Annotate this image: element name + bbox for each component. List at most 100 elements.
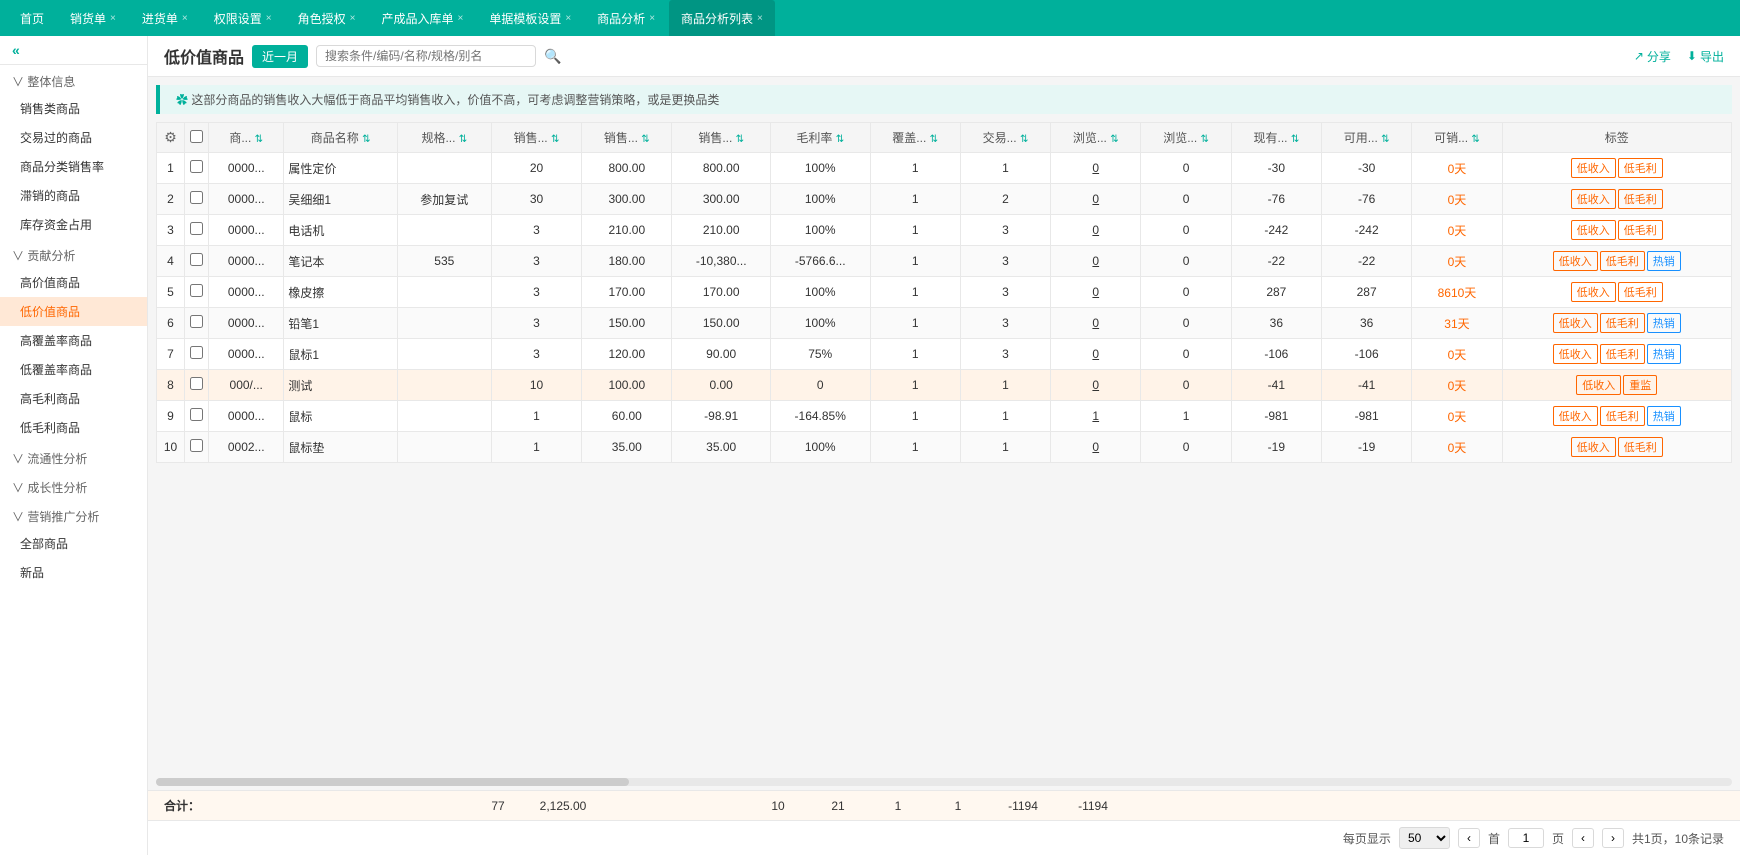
sidebar-item-slow-moving[interactable]: 滞销的商品 — [0, 181, 147, 210]
cell-browse1[interactable]: 0 — [1051, 215, 1141, 246]
nav-close-role[interactable]: × — [350, 13, 356, 24]
sort-code-icon[interactable]: ⇅ — [255, 134, 263, 145]
search-icon[interactable]: 🔍 — [544, 48, 561, 65]
sidebar-item-inventory-capital[interactable]: 库存资金占用 — [0, 210, 147, 239]
nav-close-template[interactable]: × — [565, 13, 571, 24]
nav-close-product[interactable]: × — [457, 13, 463, 24]
sidebar-item-high-margin[interactable]: 高毛利商品 — [0, 384, 147, 413]
sort-spec-icon[interactable]: ⇅ — [459, 134, 467, 145]
sort-name-icon[interactable]: ⇅ — [362, 134, 370, 145]
browse1-link[interactable]: 0 — [1092, 378, 1099, 392]
sidebar-item-new-products[interactable]: 新品 — [0, 558, 147, 587]
cell-checkbox[interactable] — [185, 184, 209, 215]
row-checkbox[interactable] — [190, 222, 203, 235]
scrollbar-thumb[interactable] — [156, 778, 629, 786]
sidebar-collapse-btn[interactable]: « — [8, 42, 24, 58]
browse1-link[interactable]: 1 — [1092, 409, 1099, 423]
page-number-input[interactable] — [1508, 828, 1544, 848]
sort-sale2-icon[interactable]: ⇅ — [641, 134, 649, 145]
gear-icon[interactable]: ⚙ — [164, 129, 177, 145]
cell-checkbox[interactable] — [185, 339, 209, 370]
th-checkbox[interactable] — [185, 123, 209, 153]
cell-checkbox[interactable] — [185, 246, 209, 277]
filter-period-btn[interactable]: 近一月 — [252, 45, 308, 68]
row-checkbox[interactable] — [190, 346, 203, 359]
sort-stock3-icon[interactable]: ⇅ — [1471, 134, 1479, 145]
browse1-link[interactable]: 0 — [1092, 440, 1099, 454]
sort-cover-icon[interactable]: ⇅ — [930, 134, 938, 145]
sidebar-item-low-margin[interactable]: 低毛利商品 — [0, 413, 147, 442]
row-checkbox[interactable] — [190, 377, 203, 390]
nav-permission[interactable]: 权限设置 × — [202, 0, 284, 36]
nav-product-analysis[interactable]: 商品分析 × — [585, 0, 667, 36]
cell-browse1[interactable]: 0 — [1051, 370, 1141, 401]
row-checkbox[interactable] — [190, 439, 203, 452]
select-all-checkbox[interactable] — [190, 130, 203, 143]
browse1-link[interactable]: 0 — [1092, 161, 1099, 175]
sidebar-item-high-value[interactable]: 高价值商品 — [0, 268, 147, 297]
row-checkbox[interactable] — [190, 253, 203, 266]
browse1-link[interactable]: 0 — [1092, 316, 1099, 330]
cell-browse1[interactable]: 0 — [1051, 153, 1141, 184]
cell-checkbox[interactable] — [185, 215, 209, 246]
cell-checkbox[interactable] — [185, 401, 209, 432]
sidebar-item-low-value[interactable]: 低价值商品 — [0, 297, 147, 326]
per-page-select[interactable]: 50 100 — [1399, 827, 1450, 849]
nav-product-stock[interactable]: 产成品入库单 × — [369, 0, 475, 36]
cell-browse1[interactable]: 0 — [1051, 339, 1141, 370]
cell-checkbox[interactable] — [185, 370, 209, 401]
row-checkbox[interactable] — [190, 160, 203, 173]
nav-close-permission[interactable]: × — [266, 13, 272, 24]
nav-sales-order[interactable]: 销货单 × — [58, 0, 128, 36]
sort-stock2-icon[interactable]: ⇅ — [1381, 134, 1389, 145]
horizontal-scrollbar[interactable] — [156, 778, 1732, 786]
nav-close-purchase[interactable]: × — [182, 13, 188, 24]
cell-browse1[interactable]: 0 — [1051, 277, 1141, 308]
sidebar-item-traded[interactable]: 交易过的商品 — [0, 123, 147, 152]
sort-margin-icon[interactable]: ⇅ — [836, 134, 844, 145]
browse1-link[interactable]: 0 — [1092, 347, 1099, 361]
cell-browse1[interactable]: 0 — [1051, 184, 1141, 215]
sort-stock1-icon[interactable]: ⇅ — [1291, 134, 1299, 145]
sidebar-item-all-products[interactable]: 全部商品 — [0, 529, 147, 558]
nav-purchase[interactable]: 进货单 × — [130, 0, 200, 36]
next-page-btn[interactable]: › — [1602, 828, 1624, 848]
cell-browse1[interactable]: 0 — [1051, 246, 1141, 277]
cell-checkbox[interactable] — [185, 432, 209, 463]
cell-checkbox[interactable] — [185, 308, 209, 339]
sort-trade-icon[interactable]: ⇅ — [1020, 134, 1028, 145]
prev-page-btn[interactable]: ‹ — [1572, 828, 1594, 848]
row-checkbox[interactable] — [190, 284, 203, 297]
sidebar-item-low-coverage[interactable]: 低覆盖率商品 — [0, 355, 147, 384]
sort-browse1-icon[interactable]: ⇅ — [1110, 134, 1118, 145]
sort-sale3-icon[interactable]: ⇅ — [736, 134, 744, 145]
row-checkbox[interactable] — [190, 191, 203, 204]
export-btn[interactable]: ⬇ 导出 — [1687, 48, 1724, 65]
nav-close-list[interactable]: × — [757, 13, 763, 24]
nav-home[interactable]: 首页 — [8, 0, 56, 36]
nav-role-auth[interactable]: 角色授权 × — [286, 0, 368, 36]
nav-template[interactable]: 单据模板设置 × — [477, 0, 583, 36]
share-btn[interactable]: ↗ 分享 — [1634, 48, 1671, 65]
sidebar-item-sales-category[interactable]: 销售类商品 — [0, 94, 147, 123]
sidebar-item-high-coverage[interactable]: 高覆盖率商品 — [0, 326, 147, 355]
browse1-link[interactable]: 0 — [1092, 254, 1099, 268]
th-gear[interactable]: ⚙ — [157, 123, 185, 153]
nav-analysis-list[interactable]: 商品分析列表 × — [669, 0, 775, 36]
row-checkbox[interactable] — [190, 315, 203, 328]
sort-sale1-icon[interactable]: ⇅ — [551, 134, 559, 145]
cell-checkbox[interactable] — [185, 277, 209, 308]
row-checkbox[interactable] — [190, 408, 203, 421]
sort-browse2-icon[interactable]: ⇅ — [1201, 134, 1209, 145]
nav-close-analysis[interactable]: × — [649, 13, 655, 24]
nav-close-sales[interactable]: × — [110, 13, 116, 24]
browse1-link[interactable]: 0 — [1092, 192, 1099, 206]
browse1-link[interactable]: 0 — [1092, 285, 1099, 299]
cell-browse1[interactable]: 0 — [1051, 308, 1141, 339]
search-input[interactable] — [316, 45, 536, 67]
sidebar-item-category-sales-rate[interactable]: 商品分类销售率 — [0, 152, 147, 181]
browse1-link[interactable]: 0 — [1092, 223, 1099, 237]
cell-browse1[interactable]: 0 — [1051, 432, 1141, 463]
first-page-btn[interactable]: ‹ — [1458, 828, 1480, 848]
cell-checkbox[interactable] — [185, 153, 209, 184]
